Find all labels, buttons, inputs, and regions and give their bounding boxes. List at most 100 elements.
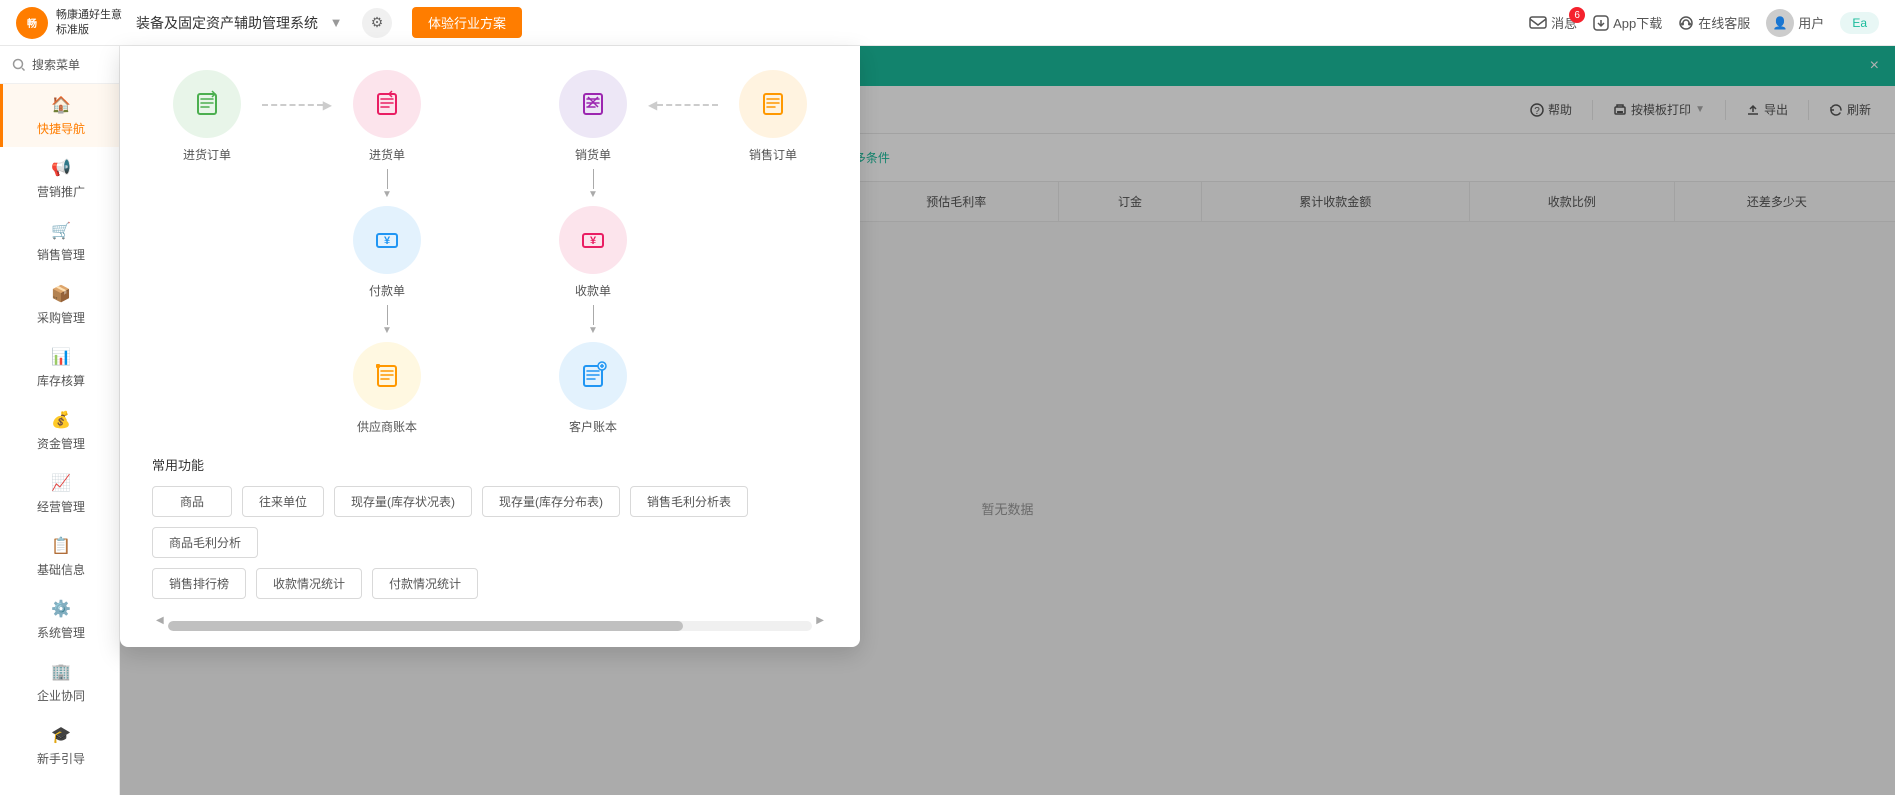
func-btn-sales-profit[interactable]: 销售毛利分析表 [630,486,748,517]
sidebar-item-label-finance: 资金管理 [37,435,85,452]
func-btn-receipt-stat[interactable]: 收款情况统计 [256,568,362,599]
purchase-icon: 📦 [50,283,72,305]
common-functions-title: 常用功能 [152,455,828,474]
header-right: 消息 6 App下载 在线客服 👤 用户 Ea [1529,9,1879,37]
arrow-down-sales: ▼ [538,163,648,206]
sidebar-item-label-sales: 销售管理 [37,246,85,263]
system-title: 装备及固定资产辅助管理系统 [136,13,318,33]
customer-account-label: 客户账本 [569,418,617,435]
svg-text:¥: ¥ [384,235,391,247]
logo-text: 畅康通好生意 标准版 [56,8,122,37]
flow-node-sales-bill[interactable]: 销货单 [538,70,648,163]
sidebar-item-inventory[interactable]: 📊 库存核算 [0,336,119,399]
sidebar-item-quick-nav[interactable]: 🏠 快捷导航 [0,84,119,147]
online-service-button[interactable]: 在线客服 [1678,13,1750,32]
function-buttons-row2: 销售排行榜 收款情况统计 付款情况统计 [152,568,828,599]
flow-node-receipt-bill[interactable]: ¥ 收款单 [538,206,648,299]
avatar: 👤 [1766,9,1794,37]
modal-overlay[interactable]: 进货订单 ▶ [120,46,1895,795]
enterprise-icon: 🏢 [50,661,72,683]
func-btn-stock-dist[interactable]: 现存量(库存分布表) [482,486,620,517]
sidebar-item-sales[interactable]: 🛒 销售管理 [0,210,119,273]
arrow-purchase-to-bill: ▶ [262,98,332,112]
app-download-label: App下载 [1613,13,1662,32]
ea-badge[interactable]: Ea [1840,12,1879,34]
logo-icon: 畅 [16,7,48,39]
arrow-down-purchase: ▼ [332,163,442,206]
sidebar-item-label-system: 系统管理 [37,624,85,641]
purchase-bill-label: 进货单 [369,146,405,163]
beginner-icon: 🎓 [50,724,72,746]
online-service-label: 在线客服 [1698,13,1750,32]
func-btn-goods-profit[interactable]: 商品毛利分析 [152,527,258,558]
sales-bill-label: 销货单 [575,146,611,163]
func-btn-payment-stat[interactable]: 付款情况统计 [372,568,478,599]
arrow-down-payment: ▼ [332,299,442,342]
modal-scrollbar-area: ◀ ▶ [152,609,828,631]
finance-icon: 💰 [50,409,72,431]
sidebar-item-enterprise[interactable]: 🏢 企业协同 [0,651,119,714]
search-menu[interactable]: 搜索菜单 [0,46,119,84]
sales-order-label: 销售订单 [749,146,797,163]
func-btn-partner[interactable]: 往来单位 [242,486,324,517]
basic-info-icon: 📋 [50,535,72,557]
receipt-bill-label: 收款单 [575,282,611,299]
flow-node-sales-order[interactable]: 销售订单 [718,70,828,163]
payment-bill-icon: ¥ [353,206,421,274]
flow-node-payment-bill[interactable]: ¥ 付款单 [332,206,442,299]
sidebar-item-system[interactable]: ⚙️ 系统管理 [0,588,119,651]
sidebar-item-marketing[interactable]: 📢 营销推广 [0,147,119,210]
quick-nav-modal: 进货订单 ▶ [120,46,860,647]
sidebar-item-beginner[interactable]: 🎓 新手引导 [0,714,119,777]
scroll-left-icon[interactable]: ◀ [152,615,168,626]
logo-area: 畅 畅康通好生意 标准版 [16,7,136,39]
scroll-right-icon[interactable]: ▶ [812,615,828,626]
flow-node-supplier-account[interactable]: 供应商账本 [332,342,442,435]
sidebar-item-label-marketing: 营销推广 [37,183,85,200]
inventory-icon: 📊 [50,346,72,368]
sidebar-item-label-beginner: 新手引导 [37,750,85,767]
operations-icon: 📈 [50,472,72,494]
scrollbar-thumb[interactable] [168,621,684,631]
func-btn-sales-rank[interactable]: 销售排行榜 [152,568,246,599]
message-button[interactable]: 消息 6 [1529,13,1577,32]
arrow-order-to-bill: ◀ [648,98,718,112]
sidebar-item-basic-info[interactable]: 📋 基础信息 [0,525,119,588]
purchase-order-icon [173,70,241,138]
top-header: 畅 畅康通好生意 标准版 装备及固定资产辅助管理系统 ▼ ⚙ 体验行业方案 消息… [0,0,1895,46]
svg-text:¥: ¥ [590,235,597,247]
sidebar-item-purchase[interactable]: 📦 采购管理 [0,273,119,336]
sidebar-item-label-quick-nav: 快捷导航 [37,120,85,137]
flow-node-purchase-bill[interactable]: 进货单 [332,70,442,163]
customer-account-icon [559,342,627,410]
func-btn-goods[interactable]: 商品 [152,486,232,517]
receipt-bill-icon: ¥ [559,206,627,274]
quick-nav-icon: 🏠 [50,94,72,116]
settings-icon[interactable]: ⚙ [362,8,392,38]
system-icon: ⚙️ [50,598,72,620]
flow-node-purchase-order[interactable]: 进货订单 [152,70,262,163]
function-buttons-row1: 商品 往来单位 现存量(库存状况表) 现存量(库存分布表) 销售毛利分析表 商品… [152,486,828,558]
purchase-order-label: 进货订单 [183,146,231,163]
sales-icon: 🛒 [50,220,72,242]
sidebar: 搜索菜单 🏠 快捷导航 📢 营销推广 🛒 销售管理 📦 采购管理 📊 库存核算 … [0,46,120,795]
title-dropdown-icon[interactable]: ▼ [326,13,346,33]
sidebar-item-operations[interactable]: 📈 经营管理 [0,462,119,525]
arrow-down-receipt: ▼ [538,299,648,342]
purchase-bill-icon [353,70,421,138]
sidebar-item-label-inventory: 库存核算 [37,372,85,389]
flow-node-customer-account[interactable]: 客户账本 [538,342,648,435]
user-label: 用户 [1798,13,1824,32]
supplier-account-label: 供应商账本 [357,418,417,435]
modal-scrollbar[interactable] [168,621,813,631]
payment-bill-label: 付款单 [369,282,405,299]
user-avatar-button[interactable]: 👤 用户 [1766,9,1824,37]
app-download-button[interactable]: App下载 [1593,13,1662,32]
func-btn-stock-status[interactable]: 现存量(库存状况表) [334,486,472,517]
marketing-icon: 📢 [50,157,72,179]
search-menu-label: 搜索菜单 [32,56,80,73]
sales-order-icon [739,70,807,138]
sidebar-item-finance[interactable]: 💰 资金管理 [0,399,119,462]
experience-button[interactable]: 体验行业方案 [412,7,522,38]
sidebar-item-label-purchase: 采购管理 [37,309,85,326]
